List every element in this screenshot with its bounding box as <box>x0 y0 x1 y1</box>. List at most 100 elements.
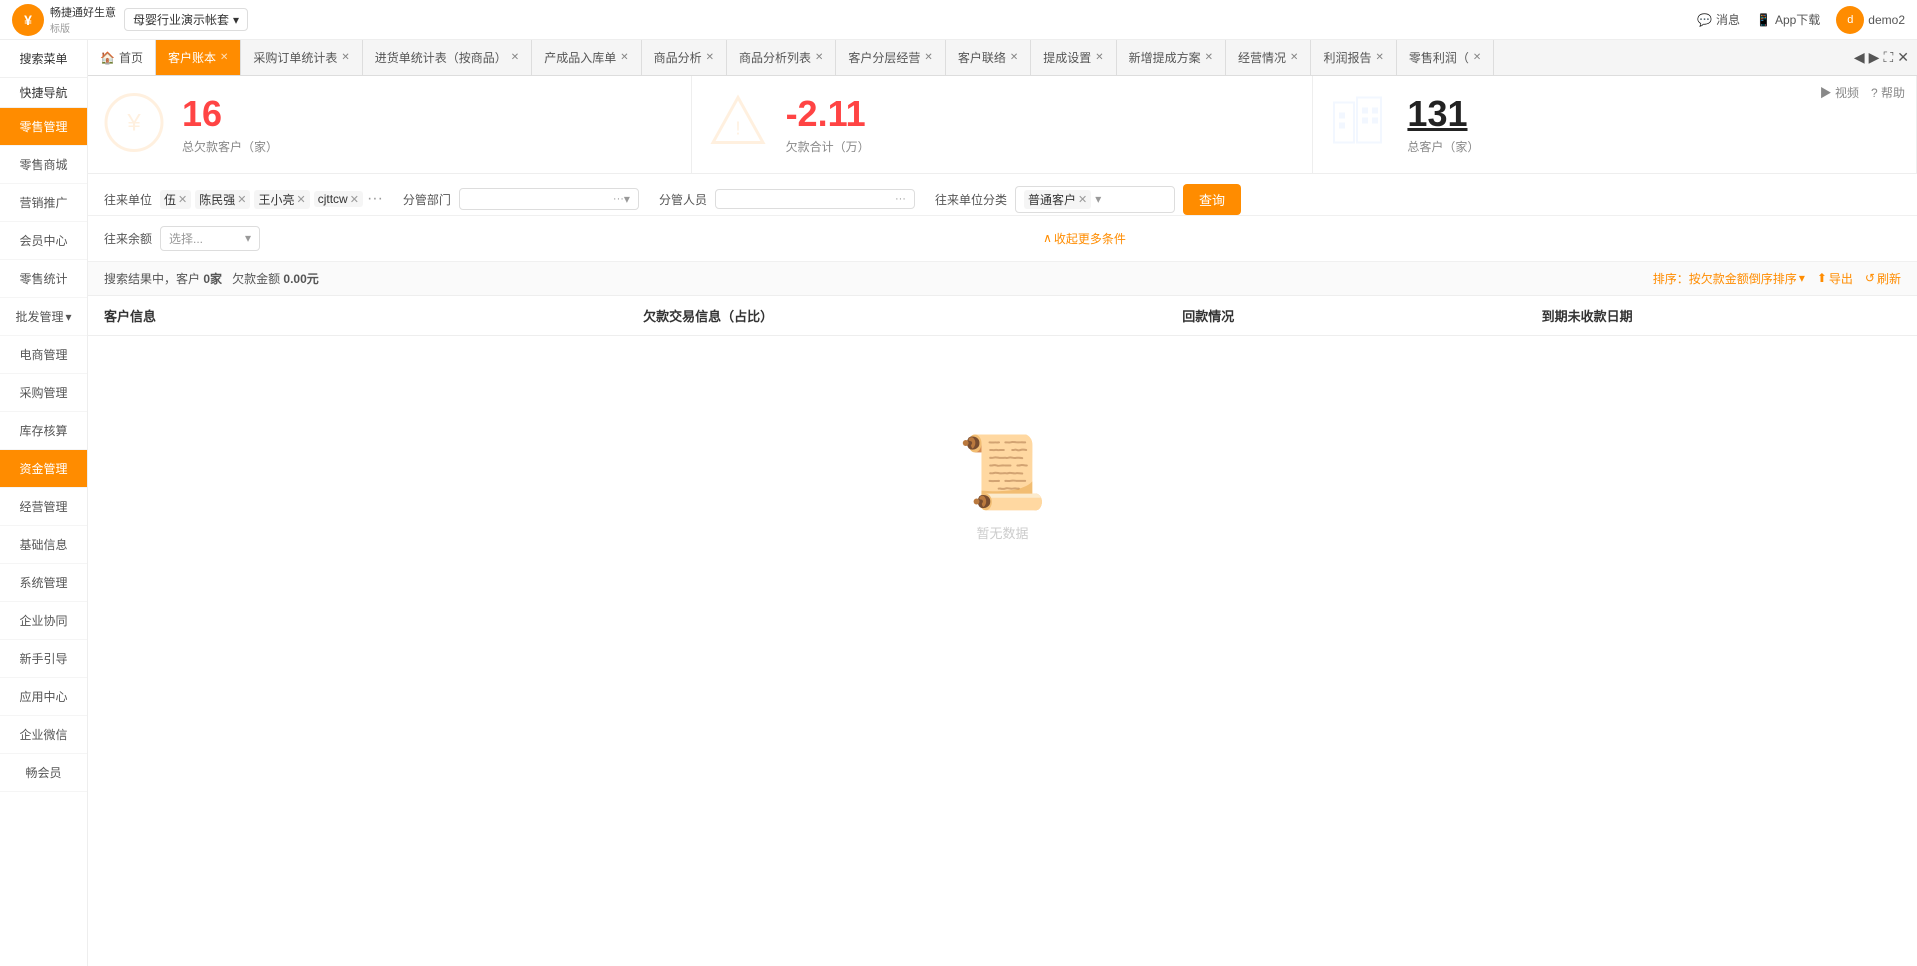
tab-promotion-settings[interactable]: 提成设置 ✕ <box>1031 40 1116 76</box>
tab-close-new-promotion[interactable]: ✕ <box>1205 52 1213 63</box>
sidebar-item-retail-stats[interactable]: 零售统计 <box>0 260 87 298</box>
unit-tag-close-1[interactable]: ✕ <box>237 193 246 206</box>
tab-operations[interactable]: 经营情况 ✕ <box>1226 40 1311 76</box>
page-content: ¥ 16 总欠款客户（家） ! <box>88 76 1917 966</box>
tab-customer-contact[interactable]: 客户联络 ✕ <box>946 40 1031 76</box>
logo-icon: ¥ <box>12 4 44 36</box>
collapse-area: ∧ 收起更多条件 <box>268 224 1901 253</box>
col-header-debt-info: 欠款交易信息（占比） <box>643 306 1182 325</box>
tab-customer-tier[interactable]: 客户分层经营 ✕ <box>836 40 945 76</box>
app-download-button[interactable]: 📱 App下载 <box>1756 11 1820 28</box>
store-selector[interactable]: 母婴行业演示帐套 ▾ <box>124 8 248 31</box>
balance-filter-label: 往来余额 <box>104 230 152 247</box>
stat-label-total: 总客户（家） <box>1407 138 1892 155</box>
tab-close-cost-inbound[interactable]: ✕ <box>620 52 628 63</box>
tab-close-inbound-stats[interactable]: ✕ <box>511 52 519 63</box>
stat-bg-icon-2: ! <box>708 93 768 153</box>
dept-filter-input[interactable]: ··· ▾ <box>459 188 639 210</box>
unit-class-filter-input[interactable]: 普通客户 ✕ ▾ <box>1015 186 1175 213</box>
tab-close-all-button[interactable]: ✕ <box>1897 49 1909 66</box>
sidebar-item-members[interactable]: 会员中心 <box>0 222 87 260</box>
tab-close-customers[interactable]: ✕ <box>220 52 228 63</box>
empty-icon: 📜 <box>958 430 1048 515</box>
unit-class-label: 往来单位分类 <box>935 191 1007 208</box>
tab-retail-profit[interactable]: 零售利润（ ✕ <box>1397 40 1494 76</box>
tab-goods-analysis[interactable]: 商品分析 ✕ <box>642 40 727 76</box>
tab-new-promotion[interactable]: 新增提成方案 ✕ <box>1117 40 1226 76</box>
tab-purchase-orders[interactable]: 采购订单统计表 ✕ <box>241 40 362 76</box>
sidebar-item-app-center[interactable]: 应用中心 <box>0 678 87 716</box>
tab-goods-analysis-list[interactable]: 商品分析列表 ✕ <box>727 40 836 76</box>
logo-area: ¥ 畅捷通好生意 标版 <box>12 4 116 36</box>
message-button[interactable]: 💬 消息 <box>1697 11 1740 28</box>
tab-cost-inbound[interactable]: 产成品入库单 ✕ <box>532 40 641 76</box>
unit-tag-close-0[interactable]: ✕ <box>178 193 187 206</box>
top-bar-left: ¥ 畅捷通好生意 标版 母婴行业演示帐套 ▾ <box>12 4 248 36</box>
sidebar-item-retail-mall[interactable]: 零售商城 <box>0 146 87 184</box>
video-button[interactable]: ▶ 视频 <box>1820 84 1859 101</box>
sidebar-item-wholesale[interactable]: 批发管理 ▾ <box>0 298 87 336</box>
col-header-customer: 客户信息 <box>104 306 643 325</box>
user-menu[interactable]: d demo2 <box>1836 6 1905 34</box>
unit-filter-tags: 伍 ✕ 陈民强 ✕ 王小亮 ✕ cjttcw ✕ ··· <box>160 190 383 209</box>
tab-close-operations[interactable]: ✕ <box>1290 52 1298 63</box>
sidebar-item-system[interactable]: 系统管理 <box>0 564 87 602</box>
person-filter-input[interactable]: ··· <box>715 189 915 209</box>
sidebar-item-inventory[interactable]: 库存核算 <box>0 412 87 450</box>
tab-close-customer-contact[interactable]: ✕ <box>1010 52 1018 63</box>
content-area: 🏠 首页 客户账本 ✕ 采购订单统计表 ✕ 进货单统计表（按商品） ✕ 产成品入… <box>88 40 1917 966</box>
collapse-button[interactable]: ∧ 收起更多条件 <box>1037 224 1132 253</box>
help-button[interactable]: ? 帮助 <box>1871 84 1905 101</box>
tab-close-customer-tier[interactable]: ✕ <box>924 52 932 63</box>
stats-row: ¥ 16 总欠款客户（家） ! <box>88 76 1917 174</box>
unit-tag-close-3[interactable]: ✕ <box>350 193 359 206</box>
sidebar-item-operations[interactable]: 经营管理 <box>0 488 87 526</box>
svg-text:¥: ¥ <box>126 110 141 137</box>
more-tags-button[interactable]: ··· <box>367 190 383 208</box>
sidebar: 搜索菜单 快捷导航 零售管理 零售商城 营销推广 会员中心 零售统计 批发管理 … <box>0 40 88 966</box>
tab-close-goods-analysis-list[interactable]: ✕ <box>815 52 823 63</box>
sidebar-item-search[interactable]: 搜索菜单 <box>0 40 87 78</box>
sidebar-item-marketing[interactable]: 营销推广 <box>0 184 87 222</box>
download-icon: 📱 <box>1756 13 1771 27</box>
sidebar-item-new-guide[interactable]: 新手引导 <box>0 640 87 678</box>
tab-close-promotion-settings[interactable]: ✕ <box>1095 52 1103 63</box>
sidebar-item-enterprise-agreement[interactable]: 企业协同 <box>0 602 87 640</box>
unit-tag-close-2[interactable]: ✕ <box>297 193 306 206</box>
tab-close-profit-report[interactable]: ✕ <box>1375 52 1383 63</box>
export-button[interactable]: ⬆ 导出 <box>1817 270 1853 287</box>
main-layout: 搜索菜单 快捷导航 零售管理 零售商城 营销推广 会员中心 零售统计 批发管理 … <box>0 40 1917 966</box>
stat-card-debt-total: ! -2.11 欠款合计（万） <box>692 76 1314 173</box>
tab-scroll-left-button[interactable]: ◀ <box>1854 49 1865 66</box>
query-button[interactable]: 查询 <box>1183 184 1241 215</box>
stat-bg-icon-3 <box>1329 93 1389 153</box>
stat-value-debtors: 16 <box>182 94 667 134</box>
tab-close-goods-analysis[interactable]: ✕ <box>706 52 714 63</box>
tab-maximize-button[interactable]: ⛶ <box>1883 49 1893 66</box>
refresh-icon: ↺ <box>1865 271 1875 285</box>
sidebar-item-quick-nav[interactable]: 快捷导航 <box>0 78 87 108</box>
filter-row-2: 往来余额 选择... ▾ ∧ 收起更多条件 <box>88 216 1917 262</box>
sidebar-item-pro-member[interactable]: 畅会员 <box>0 754 87 792</box>
tab-scroll-right-button[interactable]: ▶ <box>1869 49 1880 66</box>
unit-class-tag-close-0[interactable]: ✕ <box>1078 193 1087 206</box>
tab-customers[interactable]: 客户账本 ✕ <box>156 40 241 76</box>
sidebar-item-ecommerce[interactable]: 电商管理 <box>0 336 87 374</box>
sidebar-item-basic-info[interactable]: 基础信息 <box>0 526 87 564</box>
refresh-button[interactable]: ↺ 刷新 <box>1865 270 1901 287</box>
stat-label-debt: 欠款合计（万） <box>786 138 1289 155</box>
sidebar-item-retail[interactable]: 零售管理 <box>0 108 87 146</box>
chevron-down-icon: ▾ <box>233 13 239 27</box>
sidebar-item-finance[interactable]: 资金管理 <box>0 450 87 488</box>
sort-button[interactable]: 排序：按欠款金额倒序排序 ▾ <box>1653 270 1805 287</box>
sidebar-item-enterprise-wechat[interactable]: 企业微信 <box>0 716 87 754</box>
tab-home[interactable]: 🏠 首页 <box>88 40 156 76</box>
balance-filter-select[interactable]: 选择... ▾ <box>160 226 260 251</box>
tab-close-retail-profit[interactable]: ✕ <box>1473 52 1481 63</box>
sidebar-item-purchase[interactable]: 采购管理 <box>0 374 87 412</box>
empty-state: 📜 暂无数据 <box>958 370 1048 602</box>
tab-close-purchase-orders[interactable]: ✕ <box>341 52 349 63</box>
tab-inbound-stats[interactable]: 进货单统计表（按商品） ✕ <box>363 40 532 76</box>
tab-profit-report[interactable]: 利润报告 ✕ <box>1311 40 1396 76</box>
chevron-down-icon: ▾ <box>65 310 71 324</box>
